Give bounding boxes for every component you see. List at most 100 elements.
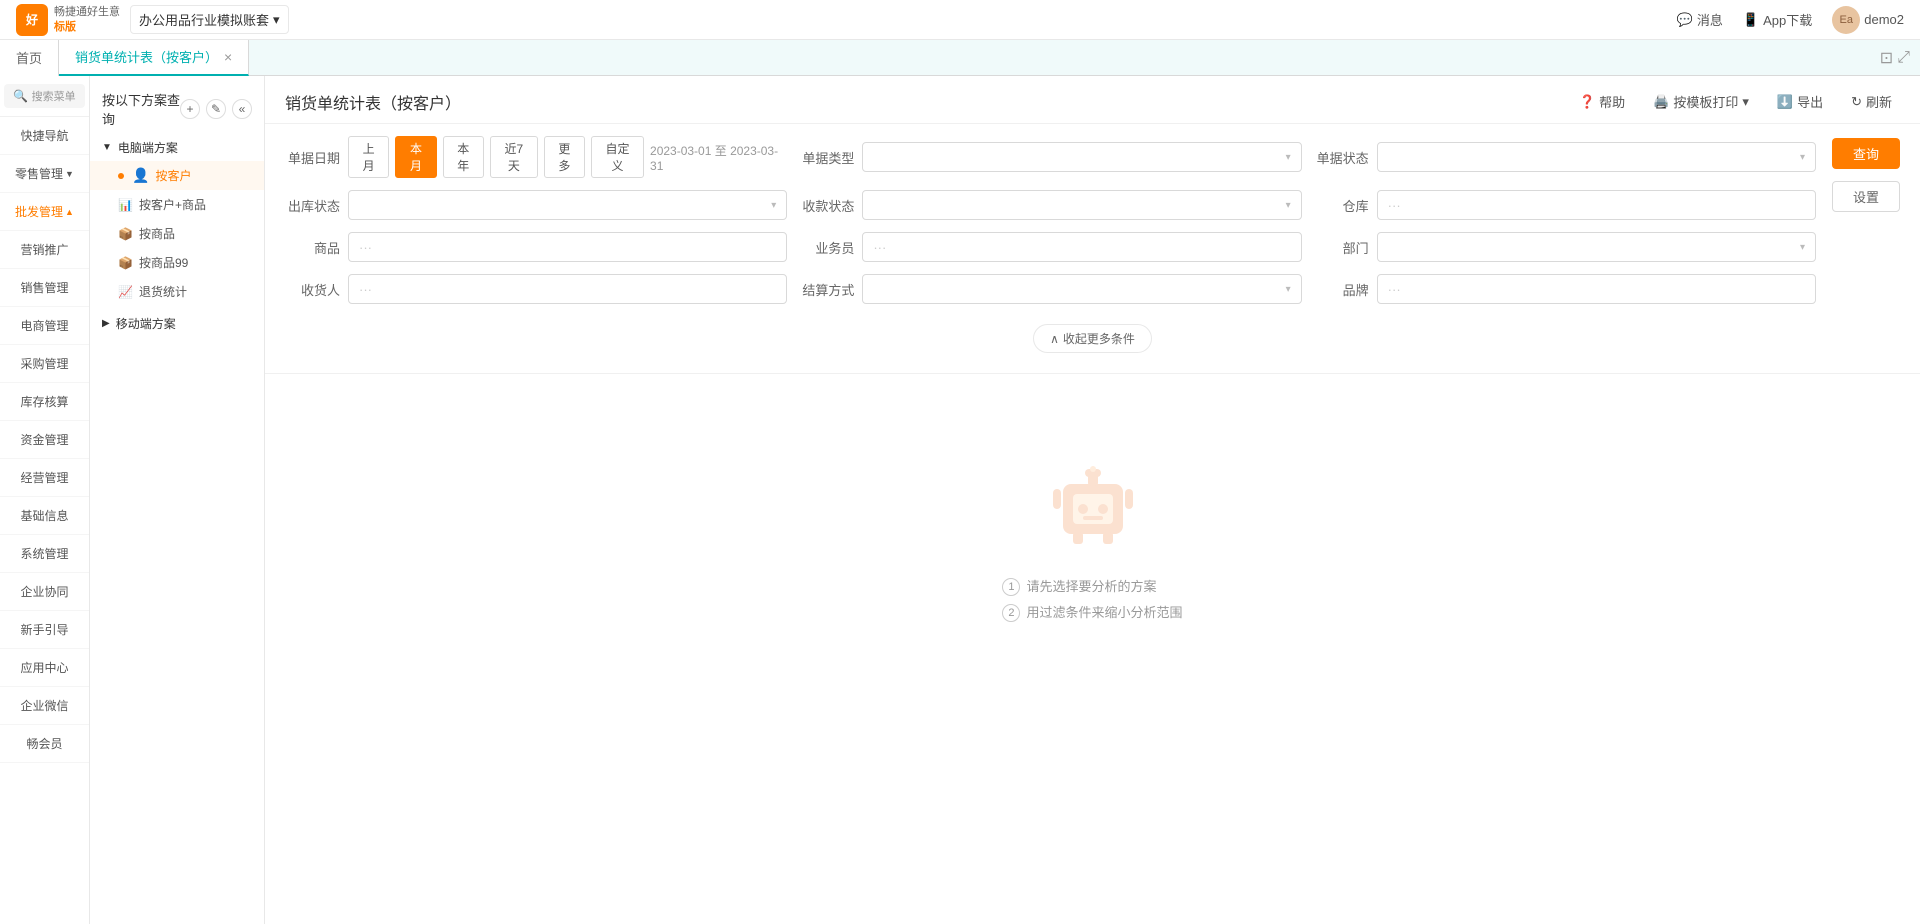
chevron-right-icon: ▶ [102, 318, 110, 329]
sidebar-item-system[interactable]: 系统管理 [0, 535, 89, 573]
tab-sales-report[interactable]: 销货单统计表（按客户） × [59, 40, 249, 76]
filter-settlement-cell: 结算方式 ▾ [799, 274, 1301, 304]
sidebar-item-sales[interactable]: 销售管理 [0, 269, 89, 307]
date-picker-area: 上月 本月 本年 近7天 更多 自定义 2023-03-01 至 2023-03… [348, 136, 787, 178]
collapse-btn[interactable]: ∧ 收起更多条件 [1033, 324, 1152, 353]
date-btn-last-month[interactable]: 上月 [348, 136, 389, 178]
refresh-btn[interactable]: ↻ 刷新 [1843, 88, 1900, 115]
sidebar-item-operations[interactable]: 经营管理 [0, 459, 89, 497]
sidebar-item-basic-info[interactable]: 基础信息 [0, 497, 89, 535]
date-btn-this-month[interactable]: 本月 [395, 136, 436, 178]
settlement-label: 结算方式 [799, 280, 854, 299]
settlement-select[interactable]: ▾ [862, 274, 1301, 304]
help-btn[interactable]: ❓ 帮助 [1571, 88, 1633, 115]
sidebar-item-wholesale[interactable]: 批发管理 ▲ [0, 193, 89, 231]
scheme-header: 按以下方案查询 + ✎ « [90, 84, 264, 134]
receiptstatus-label: 收款状态 [799, 196, 854, 215]
scheme-edit-btn[interactable]: ✎ [206, 99, 226, 119]
filter-goods-cell: 商品 ··· [285, 232, 787, 262]
export-icon: ⬇️ [1777, 94, 1793, 110]
page-title: 销货单统计表（按客户） [285, 90, 461, 114]
content-panel: 按以下方案查询 + ✎ « ▼ 电脑端方案 👤 按客户 [90, 76, 1920, 924]
filter-doctype-cell: 单据类型 ▾ [799, 142, 1301, 172]
sidebar-item-inventory[interactable]: 库存核算 [0, 383, 89, 421]
sidebar-item-enterprise[interactable]: 企业协同 [0, 573, 89, 611]
scheme-item-customer-goods[interactable]: 📊 按客户+商品 [90, 190, 264, 219]
warehouse-select[interactable]: ··· [1377, 190, 1816, 220]
query-button[interactable]: 查询 [1832, 138, 1900, 169]
expand-icon[interactable]: ⤢ [1897, 49, 1910, 67]
doc-status-select[interactable]: ▾ [1377, 142, 1816, 172]
scheme-add-btn[interactable]: + [180, 99, 200, 119]
sidebar: 🔍 搜索菜单 快捷导航 零售管理 ▼ 批发管理 ▲ 营销推广 销售管理 电商管理… [0, 76, 90, 924]
empty-hint-2: 2 用过滤条件来缩小分析范围 [1002, 600, 1182, 626]
industry-selector[interactable]: 办公用品行业模拟账套 ▾ [130, 5, 289, 34]
chevron-down-icon: ▾ [1800, 152, 1805, 163]
logo-text: 畅捷通好生意 标版 [54, 5, 120, 34]
settings-button[interactable]: 设置 [1832, 181, 1900, 212]
sidebar-item-member[interactable]: 畅会员 [0, 725, 89, 763]
receiver-label: 收货人 [285, 280, 340, 299]
empty-hint-1: 1 请先选择要分析的方案 [1002, 574, 1182, 600]
sidebar-item-finance[interactable]: 资金管理 [0, 421, 89, 459]
scheme-title: 按以下方案查询 [102, 90, 180, 128]
salesperson-label: 业务员 [799, 238, 854, 257]
print-btn[interactable]: 🖨️ 按模板打印 ▾ [1645, 88, 1757, 115]
filter-row-3: 商品 ··· 业务员 ··· [285, 232, 1816, 262]
filter-buttons: 查询 设置 [1832, 136, 1900, 212]
sidebar-item-guide[interactable]: 新手引导 [0, 611, 89, 649]
message-icon: 💬 [1677, 12, 1693, 28]
sidebar-item-apps[interactable]: 应用中心 [0, 649, 89, 687]
scheme-collapse-btn[interactable]: « [232, 99, 252, 119]
filter-brand-cell: 品牌 ··· [1314, 274, 1816, 304]
export-btn[interactable]: ⬇️ 导出 [1769, 88, 1831, 115]
filter-salesperson-cell: 业务员 ··· [799, 232, 1301, 262]
outstatus-label: 出库状态 [285, 196, 340, 215]
receiver-select[interactable]: ··· [348, 274, 787, 304]
scheme-group-pc-title[interactable]: ▼ 电脑端方案 [90, 134, 264, 161]
close-icon[interactable]: × [224, 50, 232, 64]
salesperson-select[interactable]: ··· [862, 232, 1301, 262]
brand-select[interactable]: ··· [1377, 274, 1816, 304]
scheme-group-mobile-title[interactable]: ▶ 移动端方案 [90, 310, 264, 337]
scheme-item-returns[interactable]: 📈 退货统计 [90, 277, 264, 306]
main-layout: 🔍 搜索菜单 快捷导航 零售管理 ▼ 批发管理 ▲ 营销推广 销售管理 电商管理… [0, 76, 1920, 924]
out-status-select[interactable]: ▾ [348, 190, 787, 220]
scheme-item-by-goods[interactable]: 📦 按商品 [90, 219, 264, 248]
page-header: 销货单统计表（按客户） ❓ 帮助 🖨️ 按模板打印 ▾ ⬇️ 导出 [265, 76, 1920, 124]
date-btn-this-year[interactable]: 本年 [443, 136, 484, 178]
goods-icon: 📦 [118, 227, 133, 241]
search-menu-btn[interactable]: 🔍 搜索菜单 [4, 84, 85, 108]
sidebar-item-wechat[interactable]: 企业微信 [0, 687, 89, 725]
chevron-down-icon: ▾ [1286, 200, 1291, 211]
department-select[interactable]: ▾ [1377, 232, 1816, 262]
download-icon: 📱 [1743, 12, 1759, 28]
top-header: 好 畅捷通好生意 标版 办公用品行业模拟账套 ▾ 💬 消息 📱 App下载 Ea… [0, 0, 1920, 40]
doc-type-select[interactable]: ▾ [862, 142, 1301, 172]
message-btn[interactable]: 💬 消息 [1677, 10, 1723, 29]
sidebar-item-ecommerce[interactable]: 电商管理 [0, 307, 89, 345]
user-profile[interactable]: Ea demo2 [1832, 6, 1904, 34]
print-icon: 🖨️ [1653, 94, 1669, 110]
goods-select[interactable]: ··· [348, 232, 787, 262]
sidebar-item-retail[interactable]: 零售管理 ▼ [0, 155, 89, 193]
restore-icon[interactable]: ⊡ [1880, 48, 1893, 68]
date-btn-7days[interactable]: 近7天 [490, 136, 538, 178]
customer-icon: 👤 [132, 167, 149, 184]
scheme-actions: + ✎ « [180, 99, 252, 119]
receipt-status-select[interactable]: ▾ [862, 190, 1301, 220]
scheme-item-by-customer[interactable]: 👤 按客户 [90, 161, 264, 190]
sidebar-item-shortcuts[interactable]: 快捷导航 [0, 117, 89, 155]
date-btn-more[interactable]: 更多 [544, 136, 585, 178]
collapse-row: ∧ 收起更多条件 [285, 316, 1900, 361]
returns-icon: 📈 [118, 285, 133, 299]
empty-state: 1 请先选择要分析的方案 2 用过滤条件来缩小分析范围 [265, 374, 1920, 686]
sidebar-item-marketing[interactable]: 营销推广 [0, 231, 89, 269]
date-btn-custom[interactable]: 自定义 [591, 136, 644, 178]
scheme-item-by-goods99[interactable]: 📦 按商品99 [90, 248, 264, 277]
active-dot [118, 173, 124, 179]
app-download-btn[interactable]: 📱 App下载 [1743, 10, 1812, 29]
tab-home[interactable]: 首页 [0, 40, 59, 76]
brand-label: 品牌 [1314, 280, 1369, 299]
sidebar-item-purchase[interactable]: 采购管理 [0, 345, 89, 383]
